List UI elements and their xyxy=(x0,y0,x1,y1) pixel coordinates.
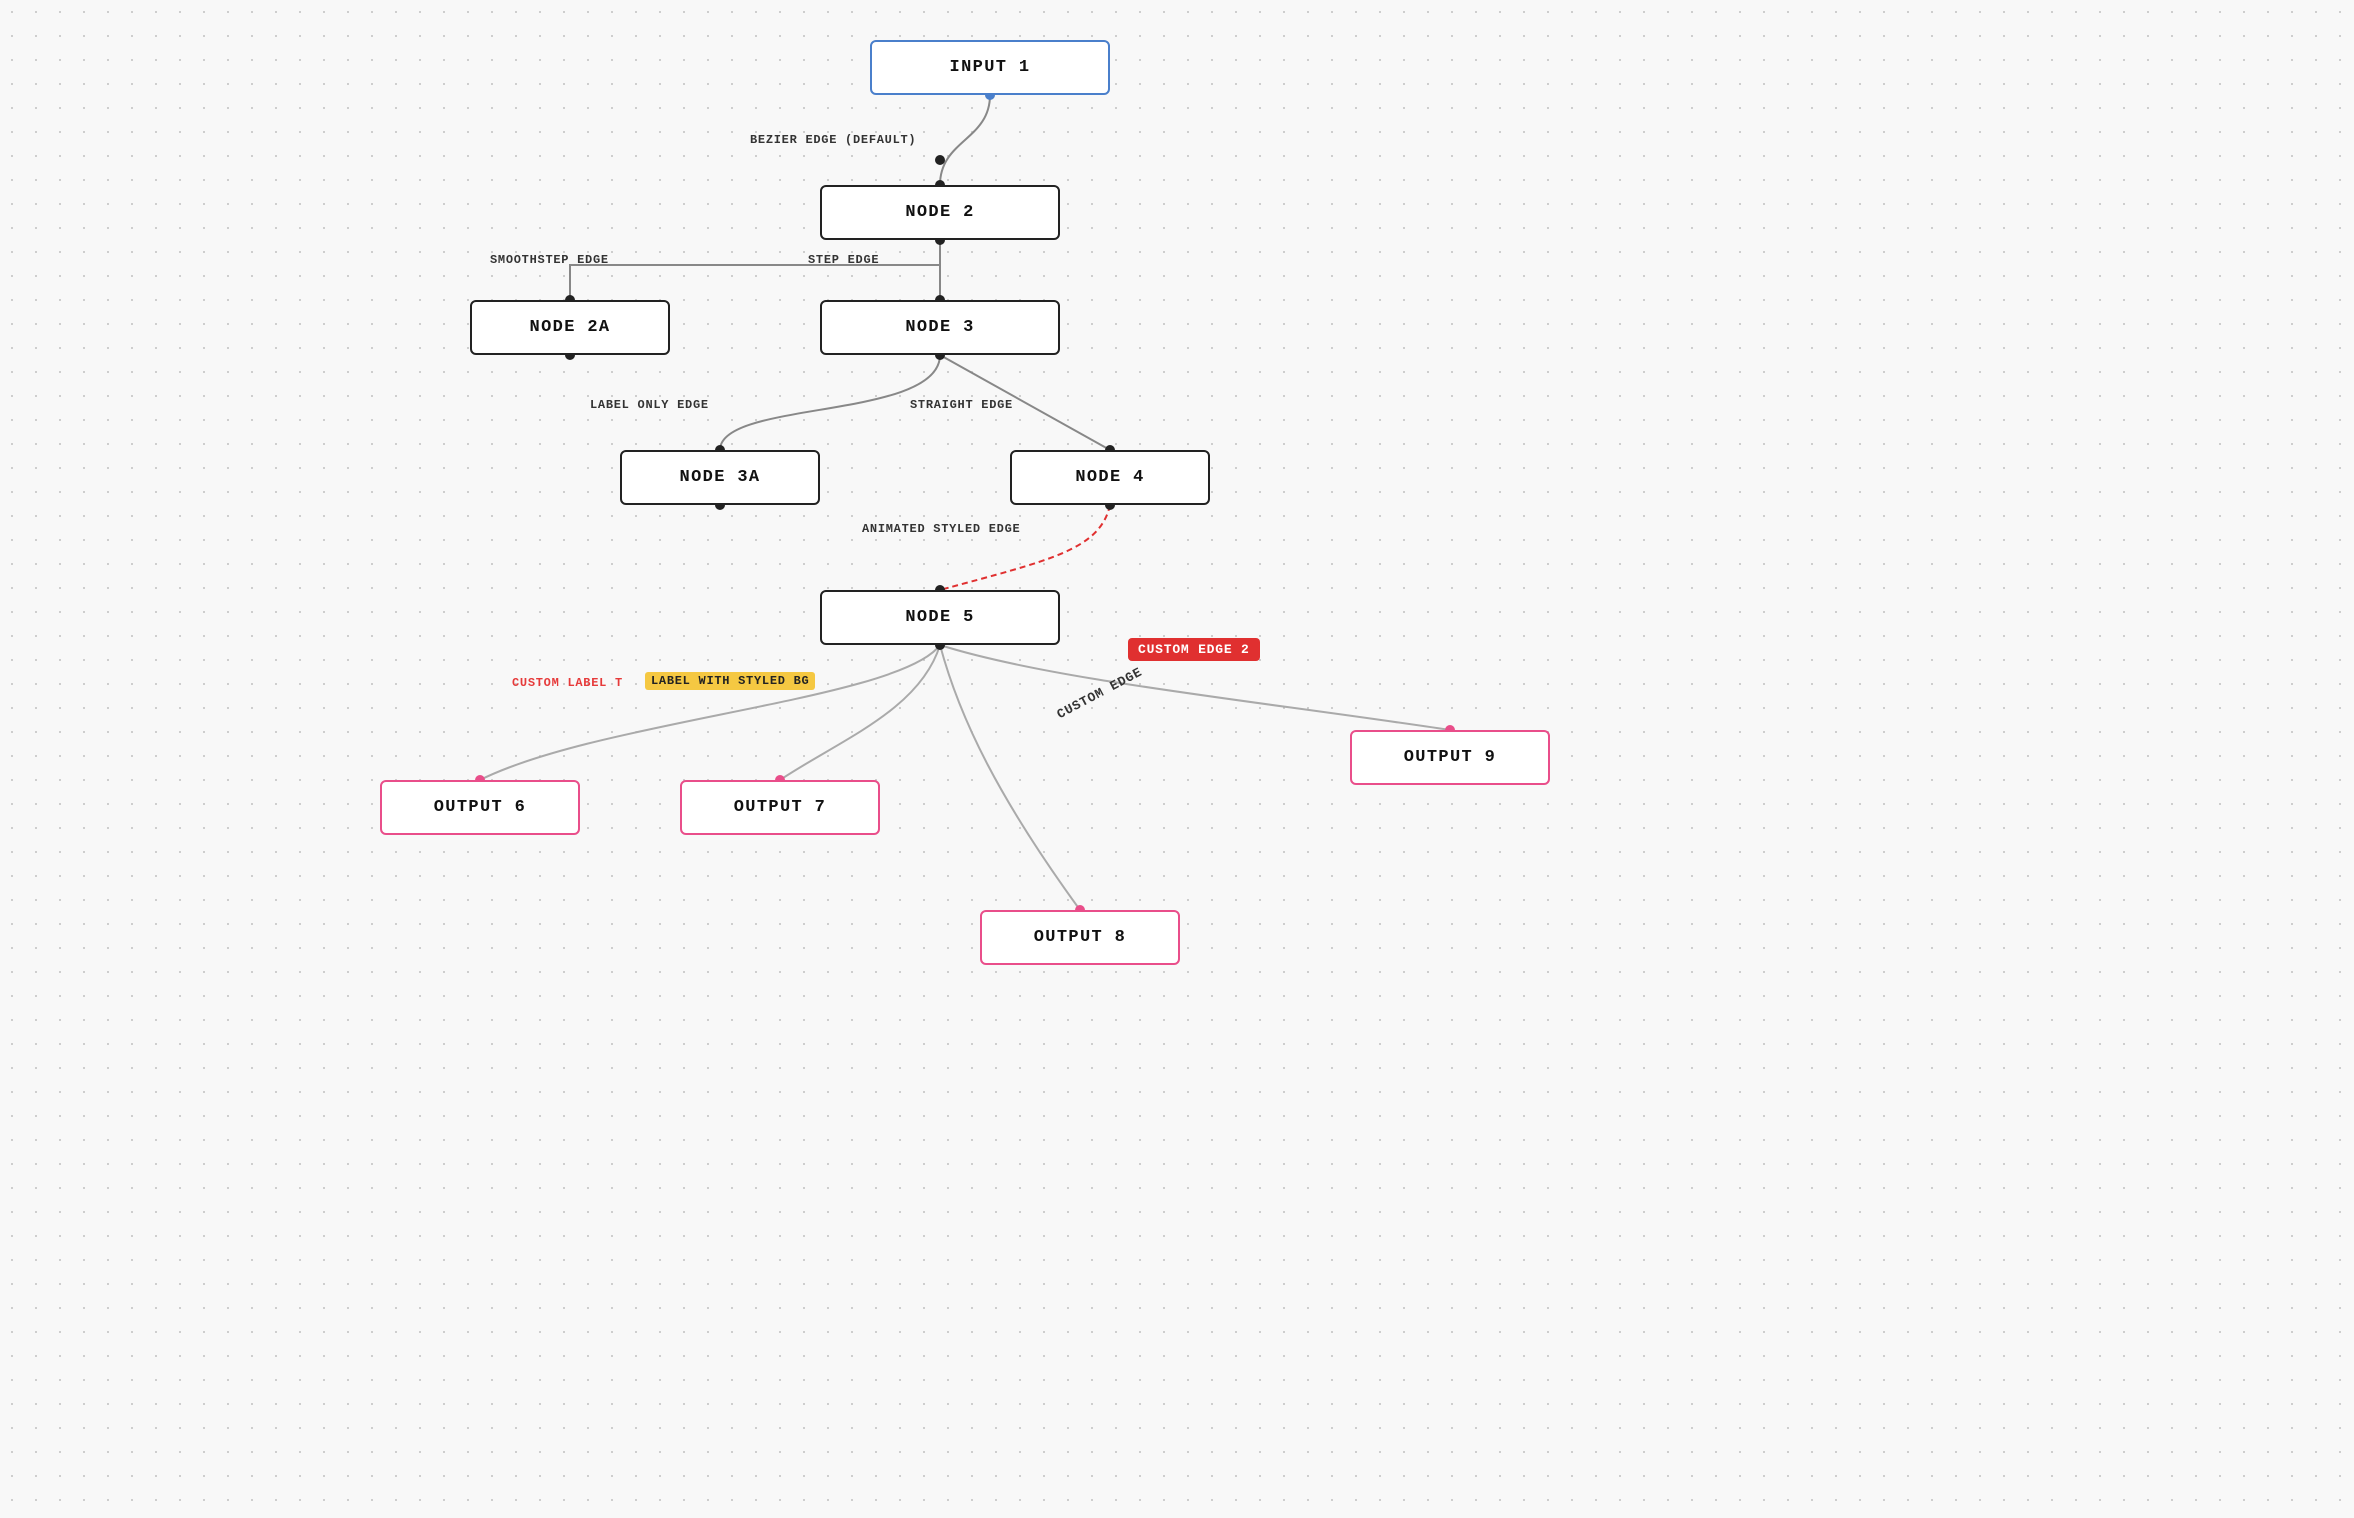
edge-label-custom-edge: CUSTOM EDGE xyxy=(1054,665,1144,723)
node-3a[interactable]: NODE 3A xyxy=(620,450,820,505)
node-output7[interactable]: OUTPUT 7 xyxy=(680,780,880,835)
node-output9-label: OUTPUT 9 xyxy=(1404,748,1497,767)
edge-label-straight: STRAIGHT EDGE xyxy=(910,398,1013,412)
node-output8[interactable]: OUTPUT 8 xyxy=(980,910,1180,965)
edge-label-custom-label-bg: LABEL WITH STYLED BG xyxy=(645,672,815,690)
node-input1-label: INPUT 1 xyxy=(950,58,1031,77)
node-3-label: NODE 3 xyxy=(905,318,974,337)
node-2-label: NODE 2 xyxy=(905,203,974,222)
node-output7-label: OUTPUT 7 xyxy=(734,798,827,817)
edge-label-step: STEP EDGE xyxy=(808,253,879,267)
edge-label-custom-edge-2: CUSTOM EDGE 2 xyxy=(1128,638,1260,661)
node-2a-label: NODE 2A xyxy=(530,318,611,337)
node-5[interactable]: NODE 5 xyxy=(820,590,1060,645)
node-4[interactable]: NODE 4 xyxy=(1010,450,1210,505)
edge-label-custom-label-red: CUSTOM LABEL T xyxy=(512,676,623,690)
edge-label-labelonly: LABEL ONLY EDGE xyxy=(590,398,709,412)
node-3[interactable]: NODE 3 xyxy=(820,300,1060,355)
node-output6-label: OUTPUT 6 xyxy=(434,798,527,817)
flow-canvas[interactable]: INPUT 1 NODE 2 NODE 2A NODE 3 NODE 3A NO… xyxy=(0,0,2354,1518)
edge-label-bezier: BEZIER EDGE (DEFAULT) xyxy=(750,133,916,147)
node-output9[interactable]: OUTPUT 9 xyxy=(1350,730,1550,785)
edge-label-smoothstep: SMOOTHSTEP EDGE xyxy=(490,253,609,267)
node-input1[interactable]: INPUT 1 xyxy=(870,40,1110,95)
node-output8-label: OUTPUT 8 xyxy=(1034,928,1127,947)
node-2a[interactable]: NODE 2A xyxy=(470,300,670,355)
node-3a-label: NODE 3A xyxy=(680,468,761,487)
node-output6[interactable]: OUTPUT 6 xyxy=(380,780,580,835)
edges-svg xyxy=(0,0,2354,1518)
edge-label-animated-styled: ANIMATED STYLED EDGE xyxy=(862,522,1020,536)
node-4-label: NODE 4 xyxy=(1075,468,1144,487)
node-5-label: NODE 5 xyxy=(905,608,974,627)
node-2[interactable]: NODE 2 xyxy=(820,185,1060,240)
